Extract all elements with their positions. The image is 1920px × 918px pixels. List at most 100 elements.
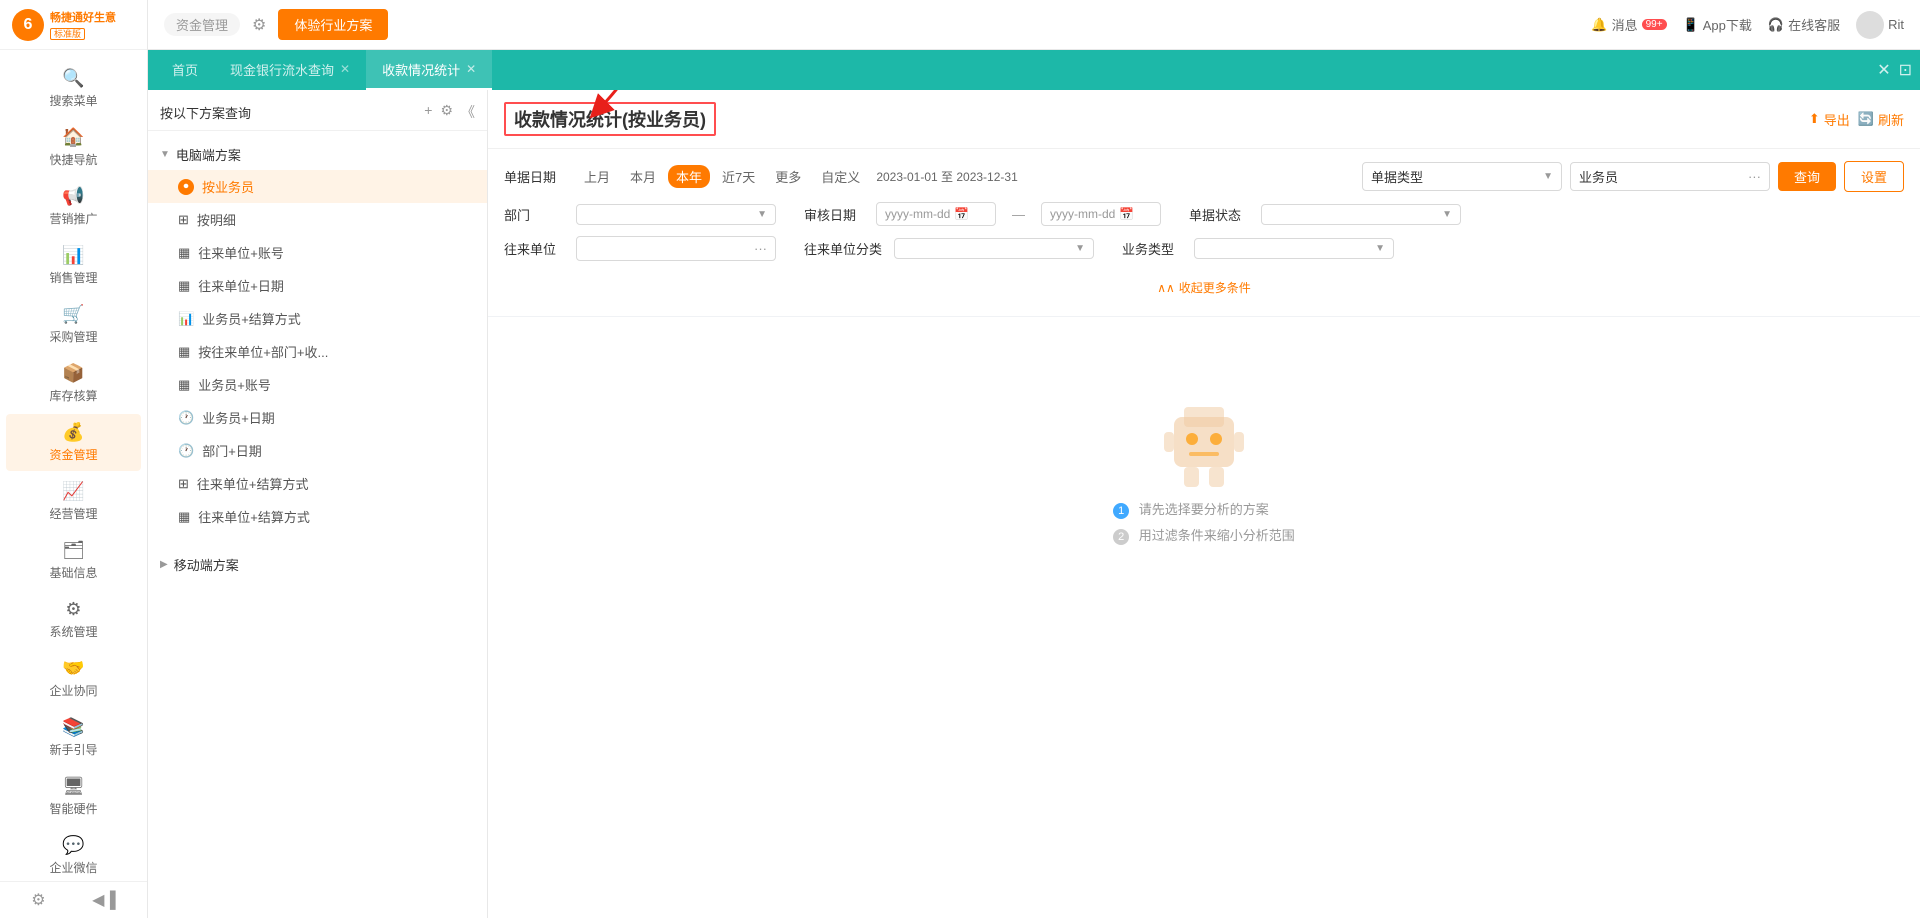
tab-bank-close[interactable]: ✕ xyxy=(340,62,350,76)
panel-collapse-btn[interactable]: 《 xyxy=(461,102,475,122)
date-tabs: 上月 本月 本年 近7天 更多 自定义 2023-01-01 至 2023-12… xyxy=(576,165,1018,188)
tree-item-staff-date[interactable]: 🕐 业务员+日期 xyxy=(148,401,487,434)
date-tab-custom[interactable]: 自定义 xyxy=(813,165,868,188)
date-tab-this-month[interactable]: 本月 xyxy=(622,165,664,188)
voucher-status-select[interactable]: ▼ xyxy=(1261,204,1461,225)
logo-area: 6 畅捷通好生意 标准版 xyxy=(0,0,147,50)
filter-row-1: 单据日期 上月 本月 本年 近7天 更多 自定义 2023-01-01 至 20… xyxy=(504,161,1904,192)
table3-icon: ▦ xyxy=(178,344,190,360)
query-button[interactable]: 查询 xyxy=(1778,162,1836,191)
table5-icon: ▦ xyxy=(178,509,190,525)
chat-icon: 💬 xyxy=(62,835,84,856)
grid2-icon: ⊞ xyxy=(178,476,189,492)
panel-title: 按以下方案查询 xyxy=(160,103,424,122)
collapse-conditions-btn[interactable]: ∧∧ 收起更多条件 xyxy=(504,271,1904,304)
refresh-label: 刷新 xyxy=(1878,110,1904,129)
sidebar-item-wechat[interactable]: 💬 企业微信 xyxy=(6,827,141,881)
sidebar-item-purchase[interactable]: 🛒 采购管理 xyxy=(6,296,141,353)
tree-item-label: 往来单位+日期 xyxy=(198,276,284,295)
sidebar-item-sales[interactable]: 📊 销售管理 xyxy=(6,237,141,294)
user-avatar-area[interactable]: Rit xyxy=(1856,11,1904,39)
trial-button[interactable]: 体验行业方案 xyxy=(278,9,388,40)
tree-item-dept-date[interactable]: 🕐 部门+日期 xyxy=(148,434,487,467)
customer-service-button[interactable]: 🎧 在线客服 xyxy=(1768,15,1840,34)
tab-home[interactable]: 首页 xyxy=(156,50,214,90)
date-tab-this-year[interactable]: 本年 xyxy=(668,165,710,188)
tree-item-partner-account[interactable]: ▦ 往来单位+账号 xyxy=(148,236,487,269)
voucher-status-label: 单据状态 xyxy=(1189,205,1249,224)
voucher-type-label: 单据类型 xyxy=(1371,167,1539,186)
sidebar-settings-btn[interactable]: ⚙ xyxy=(31,890,45,910)
tree-desktop-header[interactable]: ▼ 电脑端方案 xyxy=(148,139,487,170)
tree-item-staff-settle[interactable]: 📊 业务员+结算方式 xyxy=(148,302,487,335)
collapse-up-icon: ∧∧ xyxy=(1157,281,1175,295)
partner-category-select[interactable]: ▼ xyxy=(894,238,1094,259)
partner-select[interactable]: ··· xyxy=(576,236,776,261)
sidebar-item-search[interactable]: 🔍 搜索菜单 xyxy=(6,60,141,117)
tree-item-partner-settle1[interactable]: ⊞ 往来单位+结算方式 xyxy=(148,467,487,500)
sidebar-item-collab[interactable]: 🤝 企业协同 xyxy=(6,650,141,707)
biz-type-chevron: ▼ xyxy=(1375,243,1385,254)
staff-select[interactable]: 业务员 ··· xyxy=(1570,162,1770,191)
sidebar-item-label: 基础信息 xyxy=(49,564,97,581)
tab-bank-label: 现金银行流水查询 xyxy=(230,60,334,79)
tree-item-label: 业务员+账号 xyxy=(198,375,271,394)
tab-receipt-close[interactable]: ✕ xyxy=(466,62,476,76)
date-tab-last-month[interactable]: 上月 xyxy=(576,165,618,188)
logo-icon: 6 xyxy=(12,9,44,41)
sidebar-item-guide[interactable]: 📚 新手引导 xyxy=(6,709,141,766)
panel-gear-btn[interactable]: ⚙ xyxy=(440,102,453,122)
header-gear-icon[interactable]: ⚙ xyxy=(252,15,266,35)
sidebar-item-operation[interactable]: 📈 经营管理 xyxy=(6,473,141,530)
search-icon: 🔍 xyxy=(62,68,84,89)
tree-mobile-header[interactable]: ▶ 移动端方案 xyxy=(148,549,487,580)
sidebar-collapse-btn[interactable]: ◀▐ xyxy=(92,890,116,910)
sidebar-item-label: 销售管理 xyxy=(49,269,97,286)
voucher-type-select[interactable]: 单据类型 ▼ xyxy=(1362,162,1562,191)
app-download-button[interactable]: 📱 App下载 xyxy=(1683,15,1752,34)
tree-item-partner-date[interactable]: ▦ 往来单位+日期 xyxy=(148,269,487,302)
setting-button[interactable]: 设置 xyxy=(1844,161,1904,192)
export-button[interactable]: ⬆ 导出 xyxy=(1809,110,1850,129)
sidebar-item-hardware[interactable]: 🖥 智能硬件 xyxy=(6,768,141,825)
tab-bank[interactable]: 现金银行流水查询 ✕ xyxy=(214,50,366,90)
date-tab-more[interactable]: 更多 xyxy=(767,165,809,188)
folder-icon: 🗂 xyxy=(62,540,85,561)
dept-label: 部门 xyxy=(504,205,564,224)
biz-type-select[interactable]: ▼ xyxy=(1194,238,1394,259)
refresh-button[interactable]: 🔄 刷新 xyxy=(1858,110,1904,129)
sidebar-item-quicknav[interactable]: 🏠 快捷导航 xyxy=(6,119,141,176)
sidebar-item-finance[interactable]: 💰 资金管理 xyxy=(6,414,141,471)
status-chevron: ▼ xyxy=(1442,209,1452,220)
sidebar-item-basic[interactable]: 🗂 基础信息 xyxy=(6,532,141,589)
tree-item-staff-account[interactable]: ▦ 业务员+账号 xyxy=(148,368,487,401)
tree-item-partner-dept[interactable]: ▦ 按往来单位+部门+收... xyxy=(148,335,487,368)
tree-item-partner-settle2[interactable]: ▦ 往来单位+结算方式 xyxy=(148,500,487,533)
panel-add-btn[interactable]: + xyxy=(424,102,432,122)
sidebar-item-system[interactable]: ⚙ 系统管理 xyxy=(6,591,141,648)
tree-item-by-detail[interactable]: ⊞ 按明细 xyxy=(148,203,487,236)
logo-text-block: 畅捷通好生意 标准版 xyxy=(50,9,116,40)
bell-icon: 🔔 xyxy=(1591,17,1607,33)
sidebar-item-marketing[interactable]: 📢 营销推广 xyxy=(6,178,141,235)
sidebar-item-label: 搜索菜单 xyxy=(49,92,97,109)
partner-cat-chevron: ▼ xyxy=(1075,243,1085,254)
tab-maximize-btn[interactable]: ⊡ xyxy=(1899,60,1912,80)
sidebar-item-label: 经营管理 xyxy=(49,505,97,522)
date-tab-7days[interactable]: 近7天 xyxy=(714,165,763,188)
tree-section-desktop: ▼ 电脑端方案 ⏺ 按业务员 ⊞ 按明细 ▦ 往来单位+账号 xyxy=(148,131,487,541)
avatar xyxy=(1856,11,1884,39)
tab-close-all-btn[interactable]: ✕ xyxy=(1877,60,1890,80)
tab-receipt[interactable]: 收款情况统计 ✕ xyxy=(366,50,492,90)
sidebar-item-inventory[interactable]: 📦 库存核算 xyxy=(6,355,141,412)
staff-more[interactable]: ··· xyxy=(1748,169,1761,184)
partner-more[interactable]: ··· xyxy=(754,241,767,256)
review-date-to[interactable]: yyyy-mm-dd 📅 xyxy=(1041,202,1161,226)
sidebar-bottom: ⚙ ◀▐ xyxy=(0,881,147,918)
review-date-from[interactable]: yyyy-mm-dd 📅 xyxy=(876,202,996,226)
dept-select[interactable]: ▼ xyxy=(576,204,776,225)
tree-item-by-staff[interactable]: ⏺ 按业务员 xyxy=(148,170,487,203)
tab-receipt-label: 收款情况统计 xyxy=(382,60,460,79)
download-icon: 📱 xyxy=(1683,17,1699,33)
notifications-button[interactable]: 🔔 消息 99+ xyxy=(1591,15,1666,34)
